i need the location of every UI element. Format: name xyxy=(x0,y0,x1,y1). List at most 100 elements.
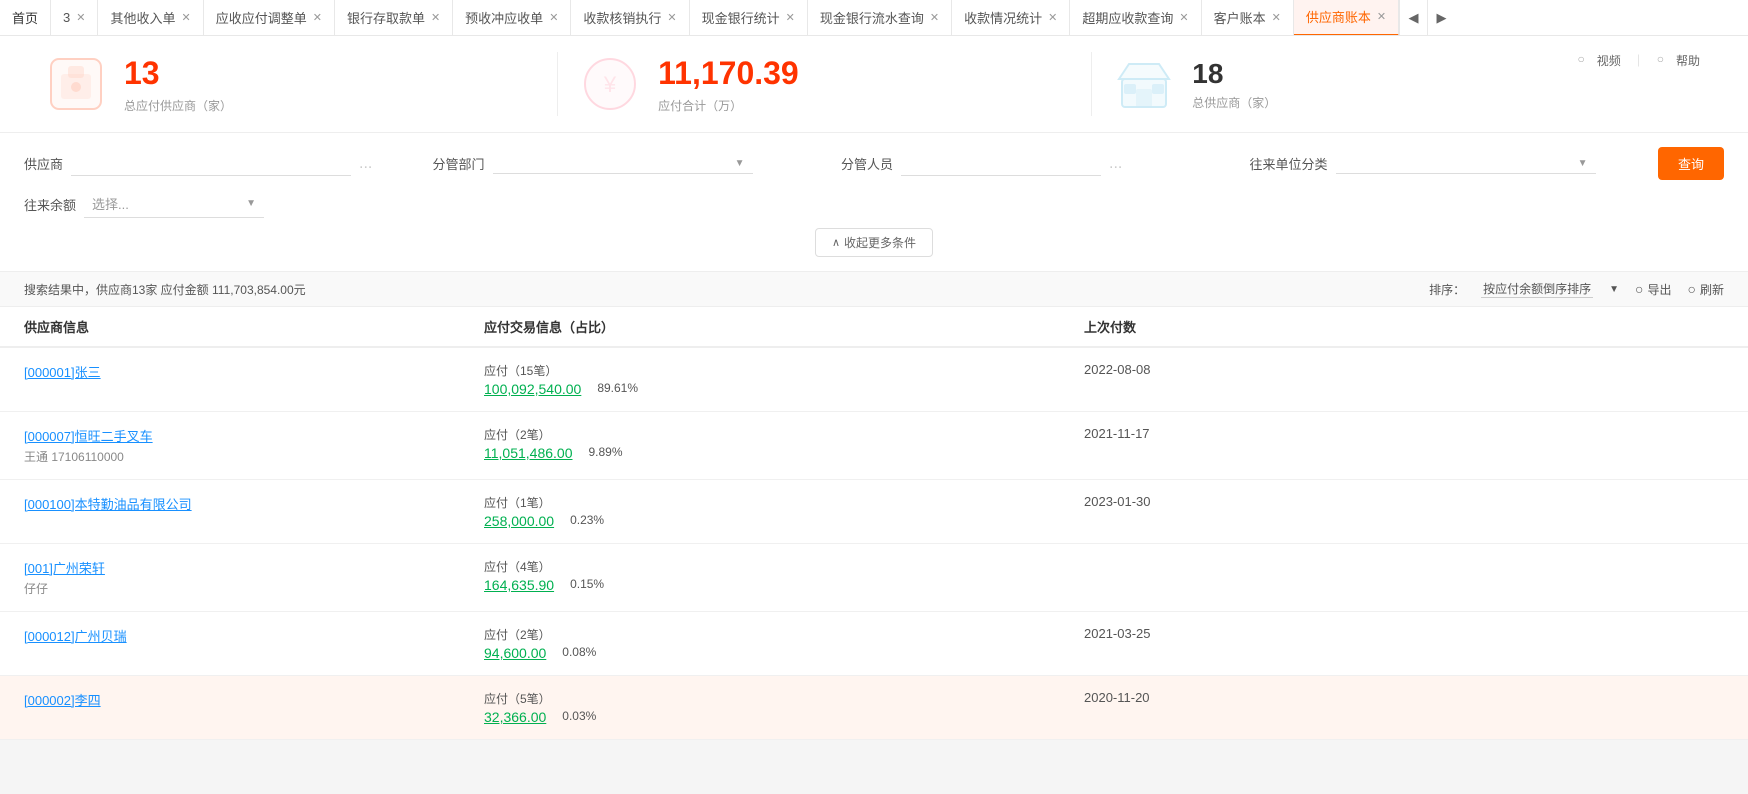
result-summary-text: 搜索结果中，供应商13家 应付金额 111,703,854.00元 xyxy=(24,281,306,298)
nav-tab-payment-verify[interactable]: 收款核销执行 ✕ xyxy=(571,0,689,36)
last-pay-cell: 2021-11-17 xyxy=(1084,426,1724,441)
unit-class-label: 往来单位分类 xyxy=(1250,154,1328,173)
transaction-amount[interactable]: 32,366.00 xyxy=(484,709,546,725)
filter-row-2: 往来余额 选择... ▼ xyxy=(24,190,1724,218)
circle-icon2: ○ xyxy=(1657,52,1664,69)
dept-label: 分管部门 xyxy=(433,154,485,173)
supplier-name-link[interactable]: [000007]恒旺二手叉车 xyxy=(24,426,484,445)
transaction-amount[interactable]: 94,600.00 xyxy=(484,645,546,661)
transaction-cell: 应付（2笔） 94,600.00 0.08% xyxy=(484,626,1084,661)
supplier-name-link[interactable]: [000012]广州贝瑞 xyxy=(24,626,484,645)
nav-tab-supplier-book[interactable]: 供应商账本 ✕ xyxy=(1294,0,1399,36)
table-row[interactable]: [000100]本特勤油品有限公司 应付（1笔） 258,000.00 0.23… xyxy=(0,480,1748,544)
close-icon[interactable]: ✕ xyxy=(930,11,939,24)
close-icon[interactable]: ✕ xyxy=(786,11,795,24)
person-dots-icon[interactable]: ... xyxy=(1109,155,1122,173)
top-navigation: 首页 3 ✕ 其他收入单 ✕ 应收应付调整单 ✕ 银行存取款单 ✕ 预收冲应收单… xyxy=(0,0,1748,36)
close-icon[interactable]: ✕ xyxy=(181,11,190,24)
last-pay-cell: 2022-08-08 xyxy=(1084,362,1724,377)
total-suppliers-number: 18 xyxy=(1192,57,1276,91)
transaction-percent: 0.23% xyxy=(570,513,604,527)
last-pay-cell: 2020-11-20 xyxy=(1084,690,1724,705)
transaction-cell: 应付（15笔） 100,092,540.00 89.61% xyxy=(484,362,1084,397)
table-row[interactable]: [000007]恒旺二手叉车 王通 17106110000 应付（2笔） 11,… xyxy=(0,412,1748,480)
nav-prev-arrow[interactable]: ◀ xyxy=(1399,0,1427,36)
export-button[interactable]: ○ 导出 xyxy=(1635,281,1671,298)
collapse-up-icon: ∧ xyxy=(832,236,840,249)
nav-tab-home[interactable]: 首页 xyxy=(0,0,51,36)
close-icon[interactable]: ✕ xyxy=(431,11,440,24)
close-icon[interactable]: ✕ xyxy=(1272,11,1281,24)
transaction-amount-row: 164,635.90 0.15% xyxy=(484,575,1084,593)
result-bar: 搜索结果中，供应商13家 应付金额 111,703,854.00元 排序： 按应… xyxy=(0,272,1748,307)
transaction-cell: 应付（2笔） 11,051,486.00 9.89% xyxy=(484,426,1084,461)
query-button[interactable]: 查询 xyxy=(1658,147,1724,180)
transaction-percent: 0.03% xyxy=(562,709,596,723)
transaction-percent: 89.61% xyxy=(597,381,638,395)
summary-card-suppliers-payable: 13 总应付供应商（家） xyxy=(24,52,558,116)
close-icon[interactable]: ✕ xyxy=(1179,11,1188,24)
transaction-amount[interactable]: 11,051,486.00 xyxy=(484,445,573,461)
transaction-label: 应付（5笔） xyxy=(484,690,1084,707)
nav-tab-customer-book[interactable]: 客户账本 ✕ xyxy=(1202,0,1294,36)
transaction-label: 应付（2笔） xyxy=(484,626,1084,643)
last-pay-date: 2022-08-08 xyxy=(1084,362,1151,377)
nav-tab-3[interactable]: 3 ✕ xyxy=(51,0,98,36)
table-row[interactable]: [000001]张三 应付（15笔） 100,092,540.00 89.61%… xyxy=(0,348,1748,412)
nav-tab-prepay-ar[interactable]: 预收冲应收单 ✕ xyxy=(453,0,571,36)
supplier-name-link[interactable]: [000100]本特勤油品有限公司 xyxy=(24,494,484,513)
summary-card-total-suppliers: 18 总供应商（家） ○ 视频 ｜ ○ 帮助 xyxy=(1092,52,1724,116)
balance-select[interactable]: 选择... ▼ xyxy=(84,190,264,218)
transaction-cell: 应付（1笔） 258,000.00 0.23% xyxy=(484,494,1084,529)
refresh-button[interactable]: ○ 刷新 xyxy=(1688,281,1724,298)
collapse-row: ∧ 收起更多条件 xyxy=(24,228,1724,257)
nav-next-arrow[interactable]: ▶ xyxy=(1427,0,1455,36)
unit-class-select[interactable]: ▼ xyxy=(1336,154,1596,174)
sort-select[interactable]: 按应付余额倒序排序 xyxy=(1481,280,1593,298)
transaction-amount[interactable]: 164,635.90 xyxy=(484,577,554,593)
person-label: 分管人员 xyxy=(841,154,893,173)
close-icon[interactable]: ✕ xyxy=(1377,10,1386,23)
supplier-info-cell: [001]广州荣轩 仔仔 xyxy=(24,558,484,597)
supplier-input[interactable] xyxy=(71,152,351,176)
transaction-percent: 0.15% xyxy=(570,577,604,591)
nav-tab-bank-deposit[interactable]: 银行存取款单 ✕ xyxy=(335,0,453,36)
supplier-name-link[interactable]: [000002]李四 xyxy=(24,690,484,709)
close-icon[interactable]: ✕ xyxy=(549,11,558,24)
supplier-dots-icon[interactable]: ... xyxy=(359,155,372,173)
table-row[interactable]: [001]广州荣轩 仔仔 应付（4笔） 164,635.90 0.15% xyxy=(0,544,1748,612)
filter-row-1: 供应商 ... 分管部门 ▼ 分管人员 ... 往来单位分类 ▼ 查询 xyxy=(24,147,1724,180)
total-suppliers-label: 总供应商（家） xyxy=(1192,94,1276,111)
chevron-down-icon: ▼ xyxy=(735,158,745,169)
help-link[interactable]: 帮助 xyxy=(1676,52,1700,69)
nav-tab-ar-ap-adjust[interactable]: 应收应付调整单 ✕ xyxy=(204,0,335,36)
nav-tab-cash-bank-flow[interactable]: 现金银行流水查询 ✕ xyxy=(808,0,952,36)
transaction-amount-row: 94,600.00 0.08% xyxy=(484,643,1084,661)
table-row[interactable]: [000002]李四 应付（5笔） 32,366.00 0.03% 2020-1… xyxy=(0,676,1748,740)
supplier-table: 供应商信息 应付交易信息（占比） 上次付数 [000001]张三 应付（15笔）… xyxy=(0,307,1748,740)
collapse-button[interactable]: ∧ 收起更多条件 xyxy=(815,228,933,257)
transaction-amount[interactable]: 258,000.00 xyxy=(484,513,554,529)
supplier-name-link[interactable]: [000001]张三 xyxy=(24,362,484,381)
circle-icon: ○ xyxy=(1577,52,1584,69)
filter-section: 供应商 ... 分管部门 ▼ 分管人员 ... 往来单位分类 ▼ 查询 xyxy=(0,133,1748,272)
close-icon[interactable]: ✕ xyxy=(313,11,322,24)
transaction-amount[interactable]: 100,092,540.00 xyxy=(484,381,581,397)
suppliers-payable-number: 13 xyxy=(124,54,232,92)
nav-tab-cash-bank-stat[interactable]: 现金银行统计 ✕ xyxy=(690,0,808,36)
summary-actions: ○ 视频 ｜ ○ 帮助 xyxy=(1577,52,1700,69)
dept-select[interactable]: ▼ xyxy=(493,154,753,174)
nav-tab-payment-stat[interactable]: 收款情况统计 ✕ xyxy=(952,0,1070,36)
supplier-info-cell: [000012]广州贝瑞 xyxy=(24,626,484,645)
table-row[interactable]: [000012]广州贝瑞 应付（2笔） 94,600.00 0.08% 2021… xyxy=(0,612,1748,676)
supplier-name-link[interactable]: [001]广州荣轩 xyxy=(24,558,484,577)
close-icon[interactable]: ✕ xyxy=(1048,11,1057,24)
transaction-label: 应付（15笔） xyxy=(484,362,1084,379)
video-link[interactable]: 视频 xyxy=(1597,52,1621,69)
close-icon[interactable]: ✕ xyxy=(76,11,85,24)
shop-icon xyxy=(1112,52,1176,116)
nav-tab-other-income[interactable]: 其他收入单 ✕ xyxy=(98,0,203,36)
close-icon[interactable]: ✕ xyxy=(667,11,676,24)
person-input[interactable] xyxy=(901,152,1101,176)
nav-tab-overdue-ar[interactable]: 超期应收款查询 ✕ xyxy=(1070,0,1201,36)
